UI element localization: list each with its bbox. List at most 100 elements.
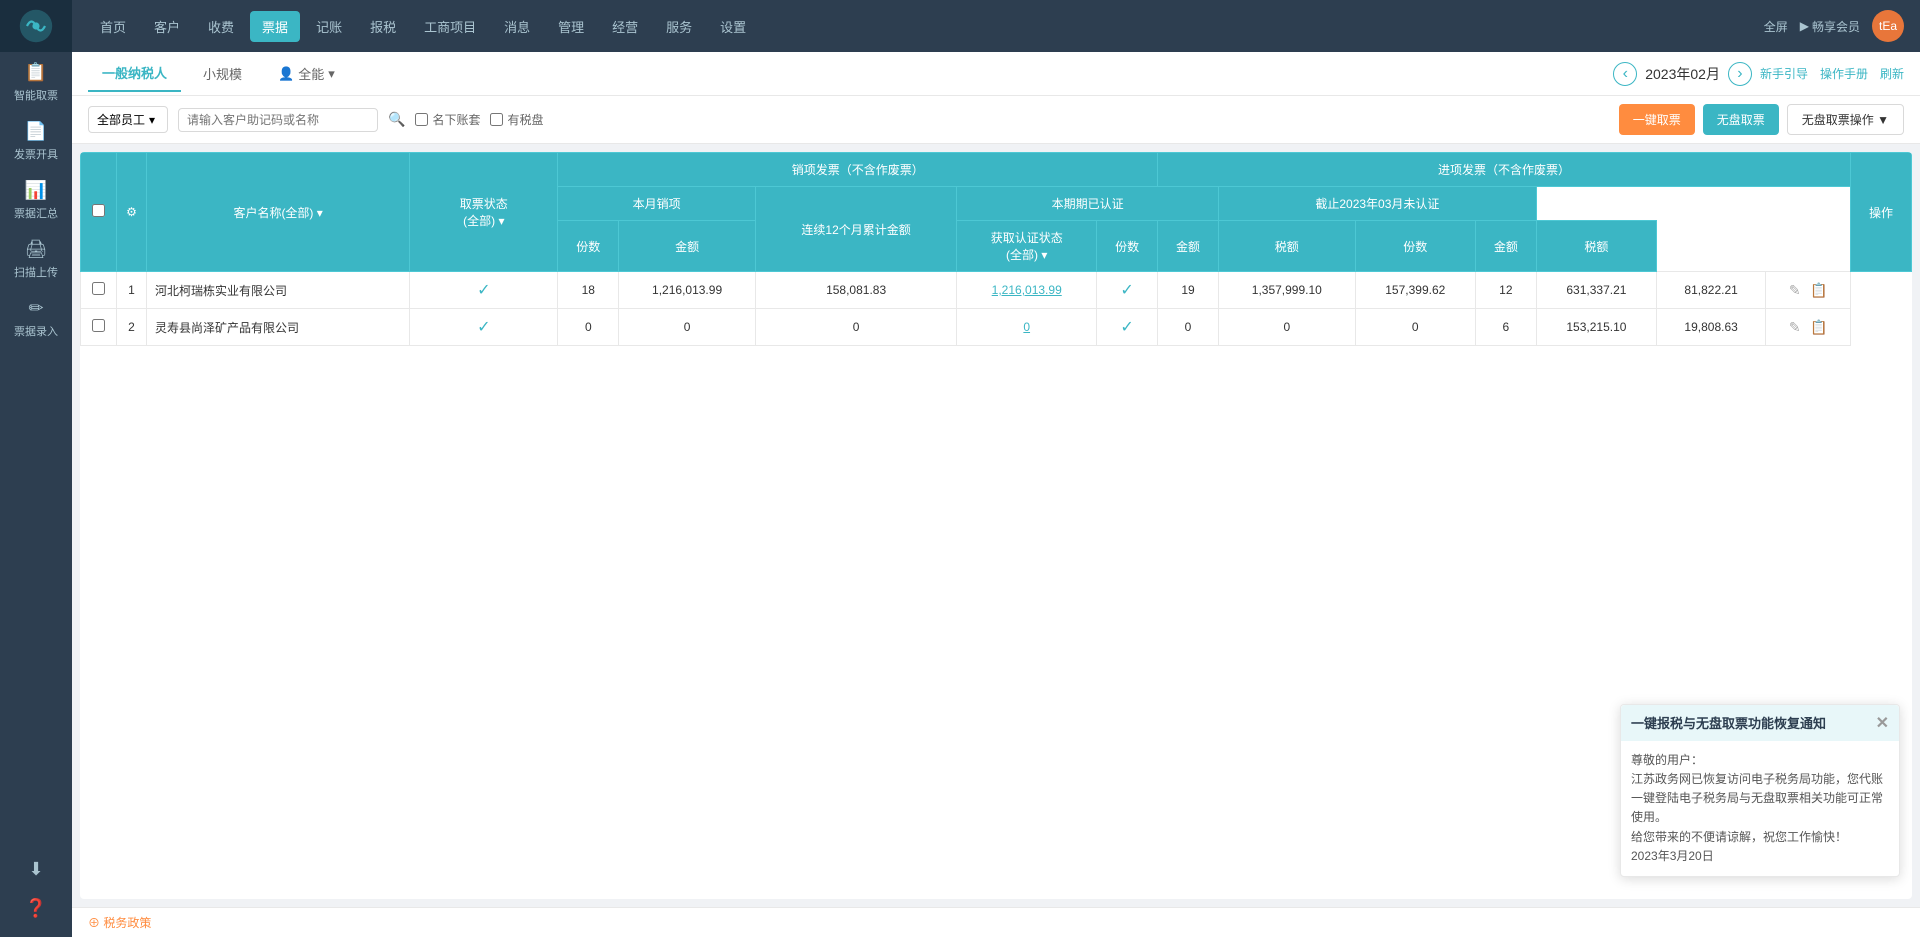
search-button[interactable]: 🔍 xyxy=(388,111,405,128)
row-purchase-uncert-amount: 631,337.21 xyxy=(1536,272,1656,309)
one-click-fetch-btn[interactable]: 一键取票 xyxy=(1619,104,1695,135)
status-filter-icon[interactable]: ▾ xyxy=(498,214,504,228)
th-status: 取票状态(全部) ▾ xyxy=(410,153,558,272)
row-sales-amount: 0 xyxy=(619,309,756,346)
row-actions: ✎ 📋 xyxy=(1766,272,1851,309)
row-sales-tax: 158,081.83 xyxy=(755,272,956,309)
th-checkbox[interactable] xyxy=(81,153,117,272)
nav-settings[interactable]: 设置 xyxy=(708,11,758,42)
cert-status-filter-icon[interactable]: ▾ xyxy=(1041,248,1047,262)
row-actions: ✎ 📋 xyxy=(1766,309,1851,346)
logo xyxy=(0,0,72,52)
th-purchase-cert-count: 份数 xyxy=(1097,221,1158,272)
copy-icon[interactable]: 📋 xyxy=(1810,282,1827,298)
th-operation: 操作 xyxy=(1851,153,1912,272)
row-purchase-cert-amount: 0 xyxy=(1218,309,1355,346)
checkbox-tax[interactable]: 有税盘 xyxy=(490,111,543,128)
th-purchase-cert: 本期期已认证 xyxy=(957,187,1219,221)
sidebar-item-smart-fetch[interactable]: 📋 智能取票 xyxy=(0,52,72,111)
tab-bar: 一般纳税人 小规模 👤 全能 ▾ ‹ 2023年02月 › 新手引导 操作手册 … xyxy=(72,52,1920,96)
nav-service[interactable]: 服务 xyxy=(654,11,704,42)
th-purchase-uncert-count: 份数 xyxy=(1355,221,1475,272)
row-index: 1 xyxy=(117,272,147,309)
no-disk-ops-btn[interactable]: 无盘取票操作 ▼ xyxy=(1787,104,1904,135)
sidebar-bottom: ⬇ ❓ xyxy=(0,849,72,937)
th-sales-month: 本月销项 xyxy=(558,187,756,221)
row-customer: 灵寿县尚泽矿产品有限公司 xyxy=(147,309,410,346)
nav-bookkeeping[interactable]: 记账 xyxy=(304,11,354,42)
select-all-checkbox[interactable] xyxy=(92,204,105,217)
row-status: ✓ xyxy=(410,309,558,346)
period-prev-btn[interactable]: ‹ xyxy=(1613,62,1637,86)
th-sales-amount: 金额 xyxy=(619,221,756,272)
row-purchase-cert-status: ✓ xyxy=(1097,309,1158,346)
sales-12m-link[interactable]: 0 xyxy=(1023,320,1030,334)
row-purchase-cert-tax: 0 xyxy=(1355,309,1475,346)
nav-collection[interactable]: 收费 xyxy=(196,11,246,42)
issue-invoice-icon: 📄 xyxy=(25,121,47,142)
row-checkbox[interactable] xyxy=(81,309,117,346)
th-sales-count: 份数 xyxy=(558,221,619,272)
row-sales-tax: 0 xyxy=(755,309,956,346)
notification-close-btn[interactable]: ✕ xyxy=(1876,713,1889,733)
nav-tax[interactable]: 报税 xyxy=(358,11,408,42)
row-purchase-cert-count: 0 xyxy=(1158,309,1219,346)
filter-bar: 全部员工 ▾ 🔍 名下账套 有税盘 一键取票 无盘取票 无盘取票操作 ▼ xyxy=(72,96,1920,144)
nav-manage[interactable]: 管理 xyxy=(546,11,596,42)
vip-btn[interactable]: ▶ 畅享会员 xyxy=(1800,18,1860,35)
th-settings[interactable]: ⚙ xyxy=(117,153,147,272)
help-icon: ❓ xyxy=(25,898,47,919)
sidebar-item-scan-upload[interactable]: 🖨 扫描上传 xyxy=(0,229,72,288)
nav-operation[interactable]: 经营 xyxy=(600,11,650,42)
th-purchase-uncert: 截止2023年03月未认证 xyxy=(1218,187,1536,221)
vip-icon: ▶ xyxy=(1800,19,1809,33)
fullscreen-btn[interactable]: 全屏 xyxy=(1764,18,1788,35)
nav-invoice[interactable]: 票据 xyxy=(250,11,300,42)
sidebar-item-download[interactable]: ⬇ xyxy=(0,849,72,888)
nav-home[interactable]: 首页 xyxy=(88,11,138,42)
tab-all[interactable]: 👤 全能 ▾ xyxy=(264,56,349,91)
row-purchase-cert-tax: 157,399.62 xyxy=(1355,272,1475,309)
sub-checkbox[interactable] xyxy=(415,113,428,126)
status-check-icon: ✓ xyxy=(477,282,490,299)
nav-customer[interactable]: 客户 xyxy=(142,11,192,42)
row-purchase-cert-amount: 1,357,999.10 xyxy=(1218,272,1355,309)
row-checkbox[interactable] xyxy=(81,272,117,309)
row-sales-amount: 1,216,013.99 xyxy=(619,272,756,309)
sales-12m-link[interactable]: 1,216,013.99 xyxy=(992,283,1062,297)
edit-icon[interactable]: ✎ xyxy=(1789,282,1801,298)
new-guide-btn[interactable]: 新手引导 xyxy=(1760,65,1808,82)
tab-small[interactable]: 小规模 xyxy=(189,56,256,91)
row-sales-count: 18 xyxy=(558,272,619,309)
row-sales-12m[interactable]: 0 xyxy=(957,309,1097,346)
sidebar-item-help[interactable]: ❓ xyxy=(0,888,72,927)
period-next-btn[interactable]: › xyxy=(1728,62,1752,86)
edit-icon[interactable]: ✎ xyxy=(1789,319,1801,335)
nav-business[interactable]: 工商项目 xyxy=(412,11,488,42)
scan-upload-icon: 🖨 xyxy=(25,239,48,260)
tab-general[interactable]: 一般纳税人 xyxy=(88,55,181,92)
notification-body: 尊敬的用户：江苏政务网已恢复访问电子税务局功能，您代账一键登陆电子税务局与无盘取… xyxy=(1621,741,1899,876)
checkbox-sub[interactable]: 名下账套 xyxy=(415,111,480,128)
row-purchase-cert-status: ✓ xyxy=(1097,272,1158,309)
sidebar-item-data-entry[interactable]: ✏ 票据录入 xyxy=(0,288,72,347)
nav-message[interactable]: 消息 xyxy=(492,11,542,42)
sidebar-item-invoice-summary[interactable]: 📊 票据汇总 xyxy=(0,170,72,229)
avatar[interactable]: tEa xyxy=(1872,10,1904,42)
no-disk-fetch-btn[interactable]: 无盘取票 xyxy=(1703,104,1779,135)
customer-filter-icon[interactable]: ▾ xyxy=(317,206,323,220)
tab-right-actions: 新手引导 操作手册 刷新 xyxy=(1760,65,1904,82)
tax-policy-link[interactable]: ⊕ 税务政策 xyxy=(88,914,151,931)
copy-icon[interactable]: 📋 xyxy=(1810,319,1827,335)
tax-checkbox[interactable] xyxy=(490,113,503,126)
employee-select[interactable]: 全部员工 ▾ xyxy=(88,106,168,133)
refresh-btn[interactable]: 刷新 xyxy=(1880,65,1904,82)
status-check-icon: ✓ xyxy=(477,319,490,336)
row-purchase-uncert-tax: 81,822.21 xyxy=(1657,272,1766,309)
manual-btn[interactable]: 操作手册 xyxy=(1820,65,1868,82)
row-sales-12m[interactable]: 1,216,013.99 xyxy=(957,272,1097,309)
sidebar-item-issue-invoice[interactable]: 📄 发票开具 xyxy=(0,111,72,170)
topnav: 首页 客户 收费 票据 记账 报税 工商项目 消息 管理 经营 服务 设置 全屏… xyxy=(72,0,1920,52)
search-input[interactable] xyxy=(178,108,378,132)
table-row: 2 灵寿县尚泽矿产品有限公司 ✓ 0 0 0 0 ✓ 0 0 0 6 153,2… xyxy=(81,309,1912,346)
